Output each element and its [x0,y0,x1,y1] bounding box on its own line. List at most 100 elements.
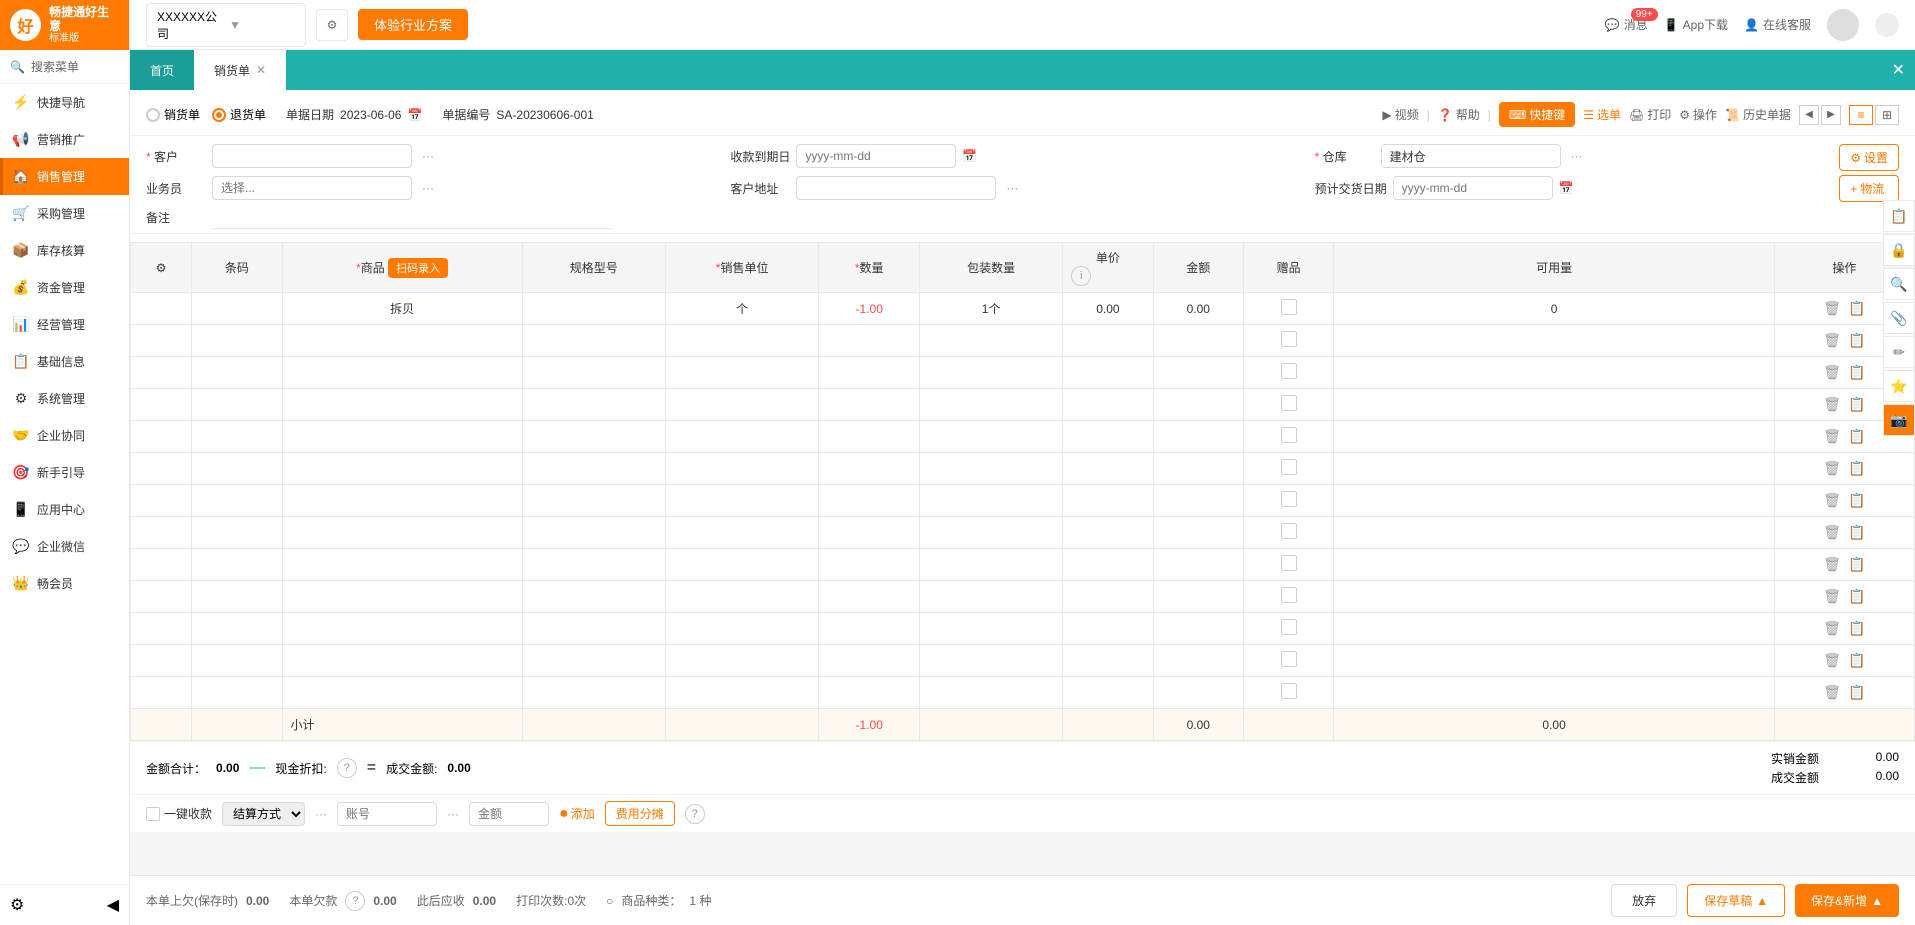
cell-product[interactable] [282,549,522,581]
cell-unit-price[interactable] [1063,549,1153,581]
cell-product[interactable] [282,645,522,677]
cell-amount[interactable] [1153,549,1243,581]
cell-gift[interactable] [1243,357,1333,389]
cell-quantity[interactable] [819,517,920,549]
sidebar-item-enterprise[interactable]: 🤝 企业协同 [0,417,129,454]
float-icon-6[interactable]: ⭐ [1883,370,1915,402]
cell-unit[interactable] [665,389,819,421]
fee-split-info-icon[interactable]: ? [685,804,705,824]
cell-pack-qty[interactable] [920,357,1063,389]
gift-checkbox[interactable] [1281,331,1297,347]
cell-quantity[interactable] [819,485,920,517]
delete-row-btn[interactable]: 🗑 [1821,458,1843,479]
save-new-button[interactable]: 保存&新增 ▲ [1795,884,1899,917]
gift-checkbox[interactable] [1281,459,1297,475]
expected-date-input[interactable] [1393,176,1553,200]
online-service-btn[interactable]: 👤 在线客服 [1744,16,1811,33]
gift-checkbox[interactable] [1281,491,1297,507]
delete-row-btn[interactable]: 🗑 [1821,618,1843,639]
sidebar-item-member[interactable]: 👑 畅会员 [0,565,129,602]
cell-pack-qty[interactable] [920,453,1063,485]
discard-button[interactable]: 放弃 [1611,884,1677,917]
grid-view-btn[interactable]: ⊞ [1875,105,1899,125]
cell-pack-qty[interactable] [920,421,1063,453]
col-settings[interactable]: ⚙ [131,243,192,293]
cell-amount[interactable] [1153,357,1243,389]
delete-row-btn[interactable]: 🗑 [1821,554,1843,575]
radio-return[interactable]: 退货单 [212,106,266,123]
cell-barcode[interactable] [192,517,282,549]
copy-row-btn[interactable]: 📋 [1846,618,1867,639]
print-link[interactable]: 🖨 打印 [1629,106,1671,123]
delete-row-btn[interactable]: 🗑 [1821,330,1843,351]
cell-quantity[interactable] [819,549,920,581]
cell-product[interactable] [282,357,522,389]
copy-row-btn[interactable]: 📋 [1846,586,1867,607]
copy-row-btn[interactable]: 📋 [1846,394,1867,415]
radio-sales[interactable]: 销货单 [146,106,200,123]
cell-unit[interactable] [665,613,819,645]
cell-quantity[interactable] [819,453,920,485]
delete-row-btn[interactable]: 🗑 [1821,362,1843,383]
cell-unit[interactable] [665,645,819,677]
prev-arrow[interactable]: ◀ [1799,105,1819,125]
cell-gift[interactable] [1243,453,1333,485]
sidebar-item-finance[interactable]: 💰 资金管理 [0,269,129,306]
cell-unit[interactable] [665,581,819,613]
account-input[interactable] [337,802,437,826]
cell-quantity[interactable] [819,421,920,453]
cell-gift[interactable] [1243,421,1333,453]
payment-date-input[interactable] [796,144,956,168]
float-icon-2[interactable]: 🔒 [1883,234,1915,266]
operations-link[interactable]: ⚙ 操作 [1679,106,1717,123]
app-download-btn[interactable]: 📱 App下载 [1664,16,1728,33]
sidebar-item-operations[interactable]: 📊 经营管理 [0,306,129,343]
delete-row-btn[interactable]: 🗑 [1821,298,1843,319]
cell-barcode[interactable] [192,453,282,485]
tab-bar-close-icon[interactable]: ✕ [1892,60,1905,80]
message-btn[interactable]: 💬 消息 99+ [1605,16,1648,33]
select-btn[interactable]: ☰ 选单 [1583,106,1621,123]
unit-price-info-icon[interactable]: i [1071,266,1091,286]
copy-row-btn[interactable]: 📋 [1846,298,1867,319]
salesperson-input[interactable] [212,176,412,200]
cell-spec[interactable] [522,677,665,709]
cell-spec[interactable] [522,389,665,421]
cell-unit-price[interactable] [1063,453,1153,485]
warehouse-input[interactable] [1381,144,1561,168]
cell-unit-price[interactable] [1063,325,1153,357]
delete-row-btn[interactable]: 🗑 [1821,650,1843,671]
payment-date-calendar-icon[interactable]: 📅 [962,149,977,163]
cell-product[interactable] [282,485,522,517]
cell-gift[interactable] [1243,645,1333,677]
cell-spec[interactable] [522,293,665,325]
copy-row-btn[interactable]: 📋 [1846,362,1867,383]
cell-gift[interactable] [1243,549,1333,581]
cell-spec[interactable] [522,613,665,645]
cell-unit-price[interactable] [1063,581,1153,613]
sidebar-item-wechat[interactable]: 💬 企业微信 [0,528,129,565]
cell-product[interactable] [282,389,522,421]
cell-spec[interactable] [522,549,665,581]
cell-pack-qty[interactable] [920,485,1063,517]
delete-row-btn[interactable]: 🗑 [1821,682,1843,703]
cell-unit-price[interactable] [1063,485,1153,517]
cell-quantity[interactable] [819,613,920,645]
sidebar-item-app-center[interactable]: 📱 应用中心 [0,491,129,528]
cell-unit[interactable] [665,517,819,549]
cell-pack-qty[interactable] [920,325,1063,357]
warehouse-dots[interactable]: ··· [1571,149,1583,163]
account-dots[interactable]: ··· [447,807,459,821]
sidebar-item-marketing[interactable]: 📢 营销推广 [0,121,129,158]
cell-amount[interactable] [1153,645,1243,677]
cell-barcode[interactable] [192,581,282,613]
cell-product[interactable] [282,421,522,453]
cell-unit[interactable] [665,325,819,357]
cell-unit[interactable] [665,357,819,389]
cell-amount[interactable] [1153,581,1243,613]
address-dots[interactable]: ··· [1006,181,1018,195]
cell-barcode[interactable] [192,549,282,581]
cell-product[interactable] [282,613,522,645]
sidebar-search[interactable]: 🔍 搜索菜单 [0,50,129,84]
copy-row-btn[interactable]: 📋 [1846,426,1867,447]
